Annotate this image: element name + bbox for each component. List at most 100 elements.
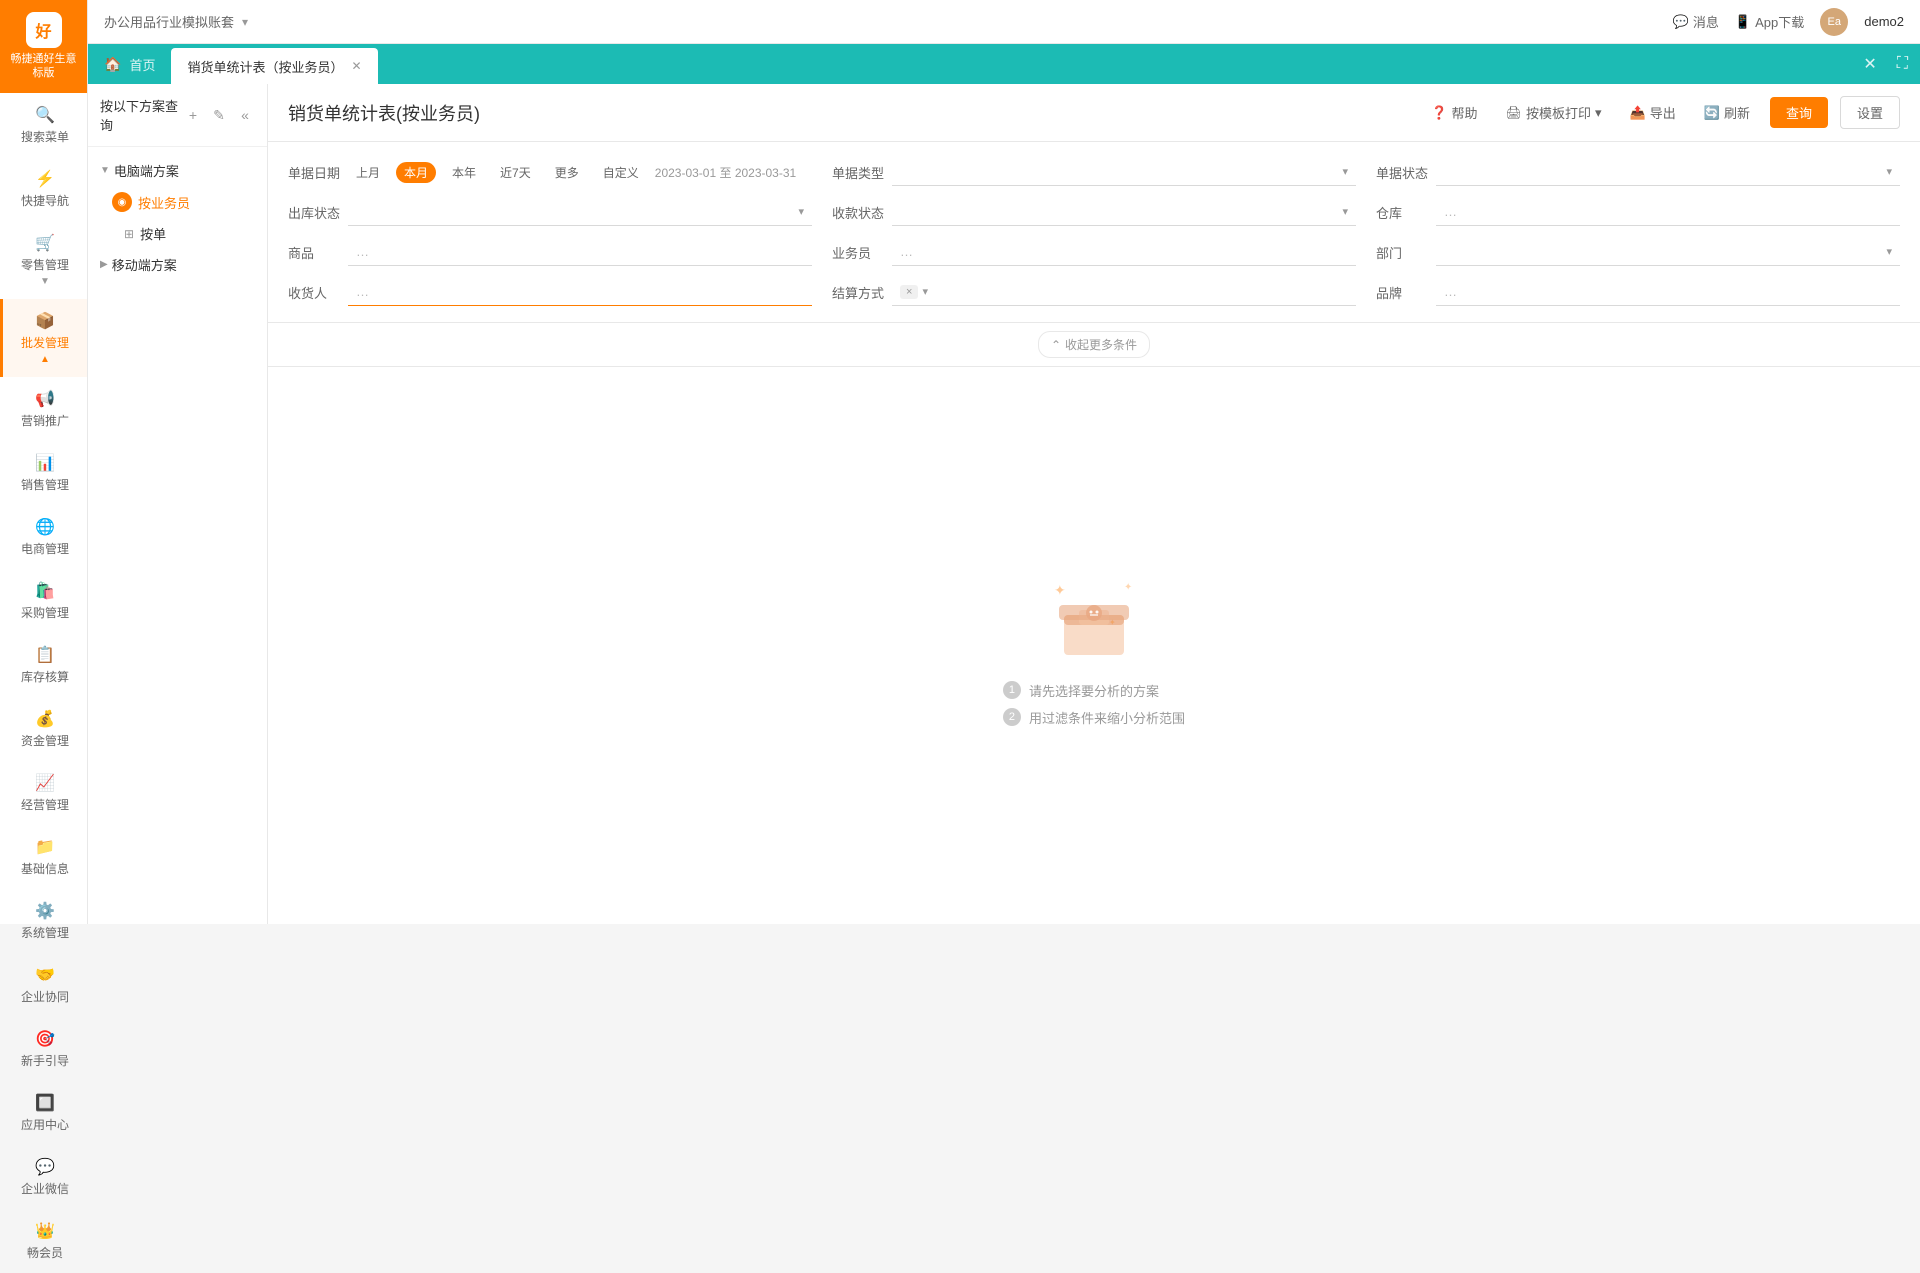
main-area: 办公用品行业模拟账套 ▾ 💬 消息 📱 App下载 Ea demo2 🏠 首页 … [88,0,1920,924]
sidebar-item-label: 资金管理 [21,732,69,749]
sidebar-item-label: 企业协同 [21,988,69,1005]
query-button[interactable]: 查询 [1770,97,1828,128]
help-button[interactable]: ❓ 帮助 [1423,99,1485,126]
close-window-icon[interactable]: ✕ [1863,54,1876,74]
receipt-status-label: 收款状态 [832,203,892,222]
goods-control[interactable]: … [348,238,812,266]
sidebar-item-basic[interactable]: 📁 基础信息 [0,825,87,889]
settlement-control[interactable]: × ▾ [892,278,1356,306]
tree-child-by-salesperson[interactable]: ◉ 按业务员 [100,186,267,218]
date-pill-this-month[interactable]: 本月 [396,162,436,183]
left-panel-title: 按以下方案查询 [100,96,183,134]
user-avatar[interactable]: Ea [1820,8,1848,36]
tab-home[interactable]: 🏠 首页 [88,44,171,84]
warehouse-label: 仓库 [1376,203,1436,222]
stock-status-control[interactable]: ▾ [348,198,812,226]
left-panel-header: 按以下方案查询 + ✎ « [88,84,267,147]
filter-goods: 商品 … [288,238,812,266]
order-status-control[interactable]: ▾ [1436,158,1900,186]
tree-mobile-section[interactable]: ▶ 移动端方案 [88,249,267,280]
order-type-label: 单据类型 [832,163,892,182]
sidebar-item-ecommerce[interactable]: 🌐 电商管理 [0,505,87,569]
sidebar-item-enterprise[interactable]: 🤝 企业协同 [0,953,87,1017]
topbar: 办公用品行业模拟账套 ▾ 💬 消息 📱 App下载 Ea demo2 [88,0,1920,44]
date-pill-more[interactable]: 更多 [547,162,587,183]
consignee-control[interactable]: … [348,278,812,306]
sidebar-item-wholesale[interactable]: 📦 批发管理 ▲ [0,299,87,377]
page-content: 按以下方案查询 + ✎ « ▼ 电脑端方案 ◉ 按业务员 [88,84,1920,924]
print-arrow: ▾ [1595,105,1602,121]
settlement-tag: × [900,285,918,299]
sidebar-item-newbie[interactable]: 🎯 新手引导 [0,1017,87,1081]
maximize-icon[interactable]: ⛶ [1897,55,1908,73]
collapse-conditions-button[interactable]: ⌃ 收起更多条件 [1038,331,1150,358]
empty-hint-1: 1 请先选择要分析的方案 [1003,681,1185,700]
sidebar-item-label: 经营管理 [21,796,69,813]
order-type-control[interactable]: ▾ [892,158,1356,186]
collapse-icon: ⌃ [1051,338,1061,352]
logo-area[interactable]: 好 畅捷通好生意 标版 [0,0,87,93]
brand-control[interactable]: … [1436,278,1900,306]
sidebar-item-label: 基础信息 [21,860,69,877]
warehouse-control[interactable]: … [1436,198,1900,226]
sidebar-item-operations[interactable]: 📈 经营管理 [0,761,87,825]
workspace-dropdown-arrow[interactable]: ▾ [242,15,248,29]
sidebar-item-label: 企业微信 [21,1180,69,1197]
department-control[interactable]: ▾ [1436,238,1900,266]
sidebar-item-search[interactable]: 🔍 搜索菜单 [0,93,87,157]
sidebar-item-label: 销售管理 [21,476,69,493]
by-order-icon: ⊞ [124,227,134,241]
message-icon: 💬 [1673,14,1689,30]
app-download-button[interactable]: 📱 App下载 [1735,12,1804,31]
filter-row-2: 出库状态 ▾ 收款状态 ▾ [288,198,1900,226]
collapse-panel-button[interactable]: « [235,105,255,125]
settlement-tag-close[interactable]: × [906,286,912,298]
filter-brand: 品牌 … [1376,278,1900,306]
search-icon: 🔍 [35,105,55,125]
salesperson-control[interactable]: … [892,238,1356,266]
receipt-status-control[interactable]: ▾ [892,198,1356,226]
user-name[interactable]: demo2 [1864,14,1904,29]
sidebar-item-apps[interactable]: 🔲 应用中心 [0,1081,87,1145]
topbar-right: 💬 消息 📱 App下载 Ea demo2 [1673,8,1904,36]
edit-scheme-button[interactable]: ✎ [209,105,229,125]
sidebar-item-wechat[interactable]: 💬 企业微信 [0,1145,87,1209]
sidebar-item-inventory[interactable]: 📋 库存核算 [0,633,87,697]
tree-grandchild-by-order[interactable]: ⊞ 按单 [100,218,267,249]
print-icon: 🖨 [1506,105,1523,121]
sidebar-item-retail[interactable]: 🛒 零售管理 ▼ [0,221,87,299]
refresh-button[interactable]: 🔄 刷新 [1696,99,1758,126]
tree-desktop-section[interactable]: ▼ 电脑端方案 [88,155,267,186]
sidebar-item-label: 新手引导 [21,1052,69,1069]
sidebar-item-sales[interactable]: 📊 销售管理 [0,441,87,505]
settings-button[interactable]: 设置 [1840,96,1900,129]
right-panel: 销货单统计表(按业务员) ❓ 帮助 🖨 按模板打印 ▾ 📤 导出 [268,84,1920,924]
sales-icon: 📊 [35,453,55,473]
sidebar-item-shortcut[interactable]: ⚡ 快捷导航 [0,157,87,221]
message-button[interactable]: 💬 消息 [1673,12,1719,31]
sidebar-item-purchase[interactable]: 🛍️ 采购管理 [0,569,87,633]
filter-row-4: 收货人 … 结算方式 × ▾ [288,278,1900,306]
left-panel: 按以下方案查询 + ✎ « ▼ 电脑端方案 ◉ 按业务员 [88,84,268,924]
collapse-btn-row: ⌃ 收起更多条件 [268,323,1920,367]
add-scheme-button[interactable]: + [183,105,203,125]
sidebar-item-member[interactable]: 👑 畅会员 [0,1209,87,1273]
sidebar-item-marketing[interactable]: 📢 营销推广 [0,377,87,441]
print-button[interactable]: 🖨 按模板打印 ▾ [1498,99,1610,126]
date-pill-last-month[interactable]: 上月 [348,162,388,183]
date-pill-custom[interactable]: 自定义 [595,162,647,183]
export-button[interactable]: 📤 导出 [1622,99,1684,126]
tab-close-button[interactable]: ✕ [351,59,361,73]
wechat-icon: 💬 [35,1157,55,1177]
order-date-label: 单据日期 [288,163,348,182]
stock-status-arrow: ▾ [798,205,804,218]
sidebar-item-finance[interactable]: 💰 资金管理 [0,697,87,761]
order-status-arrow: ▾ [1886,165,1892,178]
tab-sales-stat[interactable]: 销货单统计表（按业务员） ✕ [171,48,377,84]
date-pill-this-year[interactable]: 本年 [444,162,484,183]
member-icon: 👑 [35,1221,55,1241]
wholesale-arrow: ▲ [40,354,50,365]
tab-expand-button[interactable]: ✕ ⛶ [1863,54,1920,74]
sidebar-item-system[interactable]: ⚙️ 系统管理 [0,889,87,953]
date-pill-7days[interactable]: 近7天 [492,162,539,183]
